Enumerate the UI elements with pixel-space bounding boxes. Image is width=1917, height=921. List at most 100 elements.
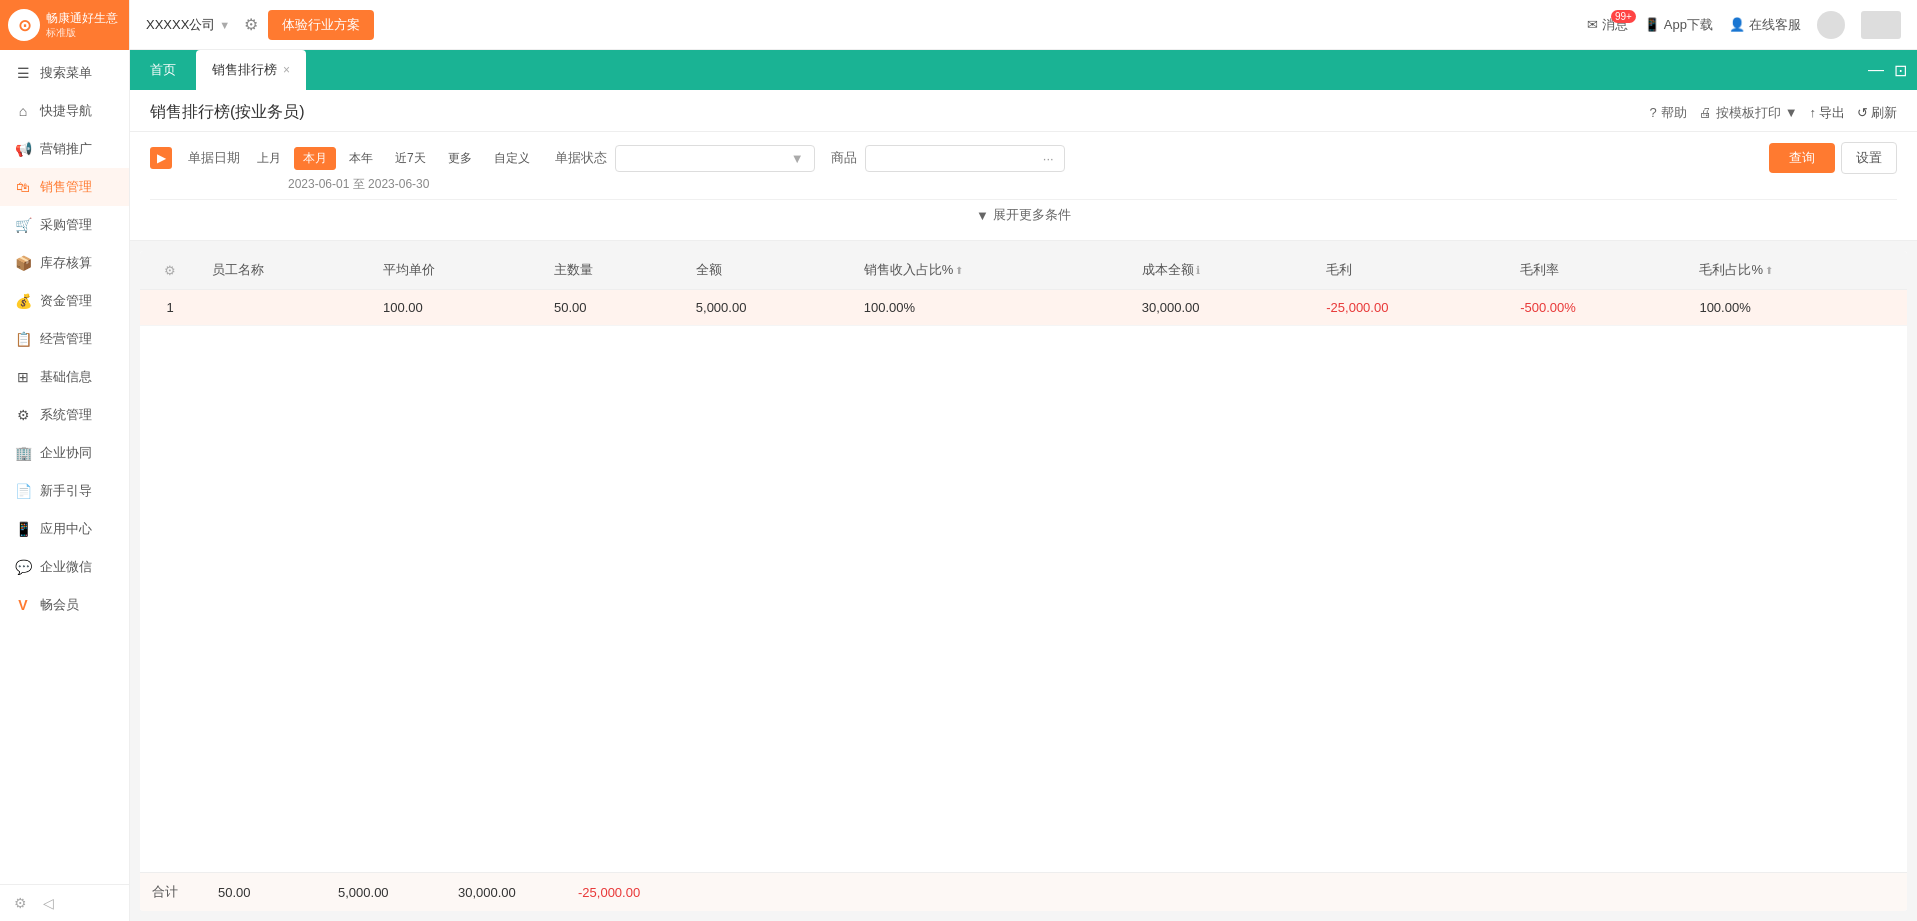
settings-button[interactable]: 设置 [1841,142,1897,174]
app-download-button[interactable]: 📱 App下载 [1644,16,1713,34]
cell-gross: -25,000.00 [1314,290,1508,326]
page-title: 销售排行榜(按业务员) [150,102,305,123]
message-button[interactable]: ✉ 消息 99+ [1587,16,1628,34]
sidebar-item-label: 经营管理 [40,330,92,348]
company-selector[interactable]: XXXXX公司 ▼ [146,16,230,34]
enterprise-icon: 🏢 [14,445,32,461]
sidebar-item-basic-info[interactable]: ⊞ 基础信息 [0,358,129,396]
sidebar-item-search-order[interactable]: ☰ 搜索菜单 [0,54,129,92]
sidebar-item-finance[interactable]: 💰 资金管理 [0,282,129,320]
sidebar: ⊙ 畅康通好生意 标准版 ☰ 搜索菜单 ⌂ 快捷导航 📢 营销推广 🛍 销售管理… [0,0,130,921]
sidebar-item-label: 基础信息 [40,368,92,386]
date-tab-last-7days[interactable]: 近7天 [386,147,435,170]
quick-nav-icon: ⌂ [14,103,32,119]
query-button[interactable]: 查询 [1769,143,1835,173]
search-order-icon: ☰ [14,65,32,81]
sidebar-item-inventory[interactable]: 📦 库存核算 [0,244,129,282]
sidebar-item-sales[interactable]: 🛍 销售管理 [0,168,129,206]
filter-toggle-btn[interactable]: ▶ [150,147,172,169]
sidebar-item-guide[interactable]: 📄 新手引导 [0,472,129,510]
export-button[interactable]: ↑ 导出 [1810,104,1846,122]
expand-label: 展开更多条件 [993,206,1071,224]
app-download-label: App下载 [1664,16,1713,34]
collapse-icon[interactable]: ◁ [43,895,54,911]
gross-pct-sort-icon: ⬆ [1765,265,1773,276]
sidebar-item-label: 畅会员 [40,596,79,614]
tab-home[interactable]: 首页 [130,50,196,90]
sidebar-item-member[interactable]: V 畅会员 [0,586,129,624]
goods-dots-icon[interactable]: ··· [1043,151,1054,166]
sidebar-item-purchase[interactable]: 🛒 采购管理 [0,206,129,244]
cell-rank: 1 [140,290,200,326]
col-quantity: 主数量 [542,251,684,290]
tab-close-icon[interactable]: × [283,63,290,77]
date-tab-this-month[interactable]: 本月 [294,147,336,170]
export-icon: ↑ [1810,105,1817,120]
date-range-text: 2023-06-01 至 2023-06-30 [288,177,429,191]
sidebar-item-app-center[interactable]: 📱 应用中心 [0,510,129,548]
cell-amount: 5,000.00 [684,290,852,326]
trial-button[interactable]: 体验行业方案 [268,10,374,40]
sidebar-item-enterprise[interactable]: 🏢 企业协同 [0,434,129,472]
sidebar-item-operations[interactable]: 📋 经营管理 [0,320,129,358]
date-tab-more[interactable]: 更多 [439,147,481,170]
user-avatar[interactable] [1817,11,1845,39]
col-gross-pct[interactable]: 毛利占比%⬆ [1687,251,1907,290]
app-center-icon: 📱 [14,521,32,537]
table-wrapper: ⚙ 员工名称 平均单价 主数量 全额 销售收入占比%⬆ 成本全额ℹ 毛利 毛利率… [140,251,1907,911]
sidebar-item-label: 库存核算 [40,254,92,272]
refresh-label: 刷新 [1871,104,1897,122]
settings-bottom-icon[interactable]: ⚙ [14,895,27,911]
tab-maximize-icon[interactable]: ⊡ [1894,61,1907,80]
refresh-icon: ↺ [1857,105,1868,120]
system-icon: ⚙ [14,407,32,423]
date-filter: 单据日期 上月 本月 本年 近7天 更多 自定义 [188,147,539,170]
tab-home-label: 首页 [150,61,176,79]
print-dropdown-icon: ▼ [1785,105,1798,120]
doc-status-filter: 单据状态 ▼ [555,145,815,172]
tab-active-label: 销售排行榜 [212,61,277,79]
refresh-button[interactable]: ↺ 刷新 [1857,104,1897,122]
sidebar-item-label: 销售管理 [40,178,92,196]
sales-pct-sort-icon: ⬆ [955,265,963,276]
goods-input[interactable]: ··· [865,145,1065,172]
topbar-right: ✉ 消息 99+ 📱 App下载 👤 在线客服 [1587,11,1901,39]
sidebar-item-marketing[interactable]: 📢 营销推广 [0,130,129,168]
basic-info-icon: ⊞ [14,369,32,385]
help-icon: ? [1649,105,1656,120]
tab-sales-ranking[interactable]: 销售排行榜 × [196,50,306,90]
topbar-gear-icon[interactable]: ⚙ [244,15,258,34]
sidebar-nav: ☰ 搜索菜单 ⌂ 快捷导航 📢 营销推广 🛍 销售管理 🛒 采购管理 📦 库存核… [0,50,129,884]
gear-column-icon: ⚙ [164,263,176,278]
expand-button[interactable]: ▼ 展开更多条件 [976,206,1071,224]
help-button[interactable]: ? 帮助 [1649,104,1686,122]
content-area: 销售排行榜(按业务员) ? 帮助 🖨 按模板打印 ▼ ↑ 导出 ↺ 刷新 [130,90,1917,921]
page-header: 销售排行榜(按业务员) ? 帮助 🖨 按模板打印 ▼ ↑ 导出 ↺ 刷新 [130,90,1917,132]
cell-employee [200,290,371,326]
col-gross-rate: 毛利率 [1508,251,1687,290]
user-name-area[interactable] [1861,11,1901,39]
online-service-button[interactable]: 👤 在线客服 [1729,16,1801,34]
date-tab-prev-month[interactable]: 上月 [248,147,290,170]
sidebar-item-label: 企业协同 [40,444,92,462]
date-tab-this-year[interactable]: 本年 [340,147,382,170]
footer-gross: -25,000.00 [578,885,658,900]
wechat-icon: 💬 [14,559,32,575]
col-sales-pct[interactable]: 销售收入占比%⬆ [852,251,1130,290]
sidebar-item-label: 资金管理 [40,292,92,310]
col-gear[interactable]: ⚙ [140,251,200,290]
export-label: 导出 [1819,104,1845,122]
date-tabs: 上月 本月 本年 近7天 更多 自定义 [248,147,539,170]
print-button[interactable]: 🖨 按模板打印 ▼ [1699,104,1798,122]
sidebar-item-quick-nav[interactable]: ⌂ 快捷导航 [0,92,129,130]
sidebar-item-system[interactable]: ⚙ 系统管理 [0,396,129,434]
tab-minimize-icon[interactable]: — [1868,61,1884,79]
sidebar-item-label: 快捷导航 [40,102,92,120]
sidebar-item-wechat[interactable]: 💬 企业微信 [0,548,129,586]
cost-info-icon[interactable]: ℹ [1196,264,1200,276]
sidebar-item-label: 新手引导 [40,482,92,500]
cell-avg-price: 100.00 [371,290,542,326]
date-tab-custom[interactable]: 自定义 [485,147,539,170]
doc-status-select[interactable]: ▼ [615,145,815,172]
topbar: XXXXX公司 ▼ ⚙ 体验行业方案 ✉ 消息 99+ 📱 App下载 👤 在线… [130,0,1917,50]
